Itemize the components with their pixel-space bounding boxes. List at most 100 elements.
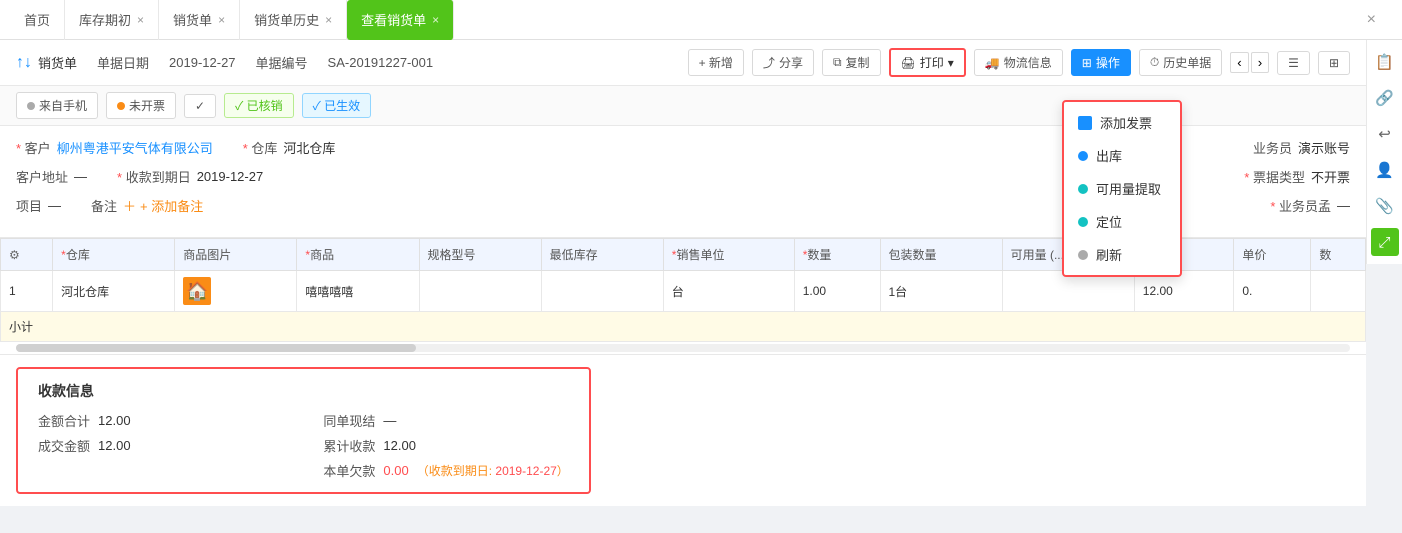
col-gear[interactable]: ⚙ bbox=[1, 239, 53, 271]
available-qty-icon bbox=[1078, 184, 1088, 194]
payment-info-title: 收款信息 bbox=[38, 381, 569, 401]
current-due-value: 0.00 bbox=[383, 463, 408, 478]
cumulative-payment-row: 累计收款 12.00 bbox=[323, 436, 568, 455]
sidebar-icon-attach[interactable]: 📎 bbox=[1371, 192, 1399, 220]
row-extra bbox=[1311, 271, 1366, 312]
history-button[interactable]: ⏱ 历史单据 bbox=[1139, 49, 1222, 76]
row-min-stock bbox=[541, 271, 663, 312]
row-price: 0. bbox=[1234, 271, 1311, 312]
window-close-button[interactable]: × bbox=[1351, 11, 1392, 29]
logistics-button[interactable]: 🚚 物流信息 bbox=[974, 49, 1063, 76]
grid-view-button[interactable]: ☰ bbox=[1277, 51, 1310, 75]
doc-header: ↑↓ 销货单 单据日期 2019-12-27 单据编号 SA-20191227-… bbox=[0, 40, 1366, 86]
address-label: 客户地址 bbox=[16, 167, 68, 186]
tab-home[interactable]: 首页 bbox=[10, 0, 65, 40]
confirm-icon: ✓ bbox=[195, 99, 205, 113]
warehouse-label: 仓库 bbox=[243, 138, 278, 157]
tab-sales-history[interactable]: 销货单历史 × bbox=[240, 0, 347, 40]
product-image: 🏠 bbox=[183, 277, 211, 305]
next-button[interactable]: › bbox=[1251, 52, 1269, 73]
col-pack-qty: 包装数量 bbox=[880, 239, 1002, 271]
address-value: — bbox=[74, 169, 87, 184]
doc-actions: + 新增 ⤴ 分享 ⧉ 复制 🖨 打印 ▾ 🚚 物流信息 bbox=[688, 48, 1350, 77]
employee-field: 业务员 演示账号 bbox=[1253, 138, 1350, 157]
row-pack-qty: 1台 bbox=[880, 271, 1002, 312]
add-invoice-item[interactable]: 添加发票 bbox=[1064, 106, 1180, 139]
logistics-icon: 🚚 bbox=[985, 56, 1000, 70]
warehouse-field: 仓库 河北仓库 bbox=[243, 138, 336, 157]
right-sidebar: 📋 🔗 ↩ 👤 📎 ⤢ bbox=[1366, 40, 1402, 264]
operate-dropdown: 添加发票 出库 可用量提取 定位 刷新 bbox=[1062, 100, 1182, 277]
history-icon: ⏱ bbox=[1150, 55, 1159, 70]
list-view-button[interactable]: ⊞ bbox=[1318, 51, 1350, 75]
row-product-img: 🏠 bbox=[175, 271, 297, 312]
tab-view-sales[interactable]: 查看销货单 × bbox=[347, 0, 454, 40]
doc-title-text: 销货单 bbox=[38, 53, 77, 72]
warehouse-out-item[interactable]: 出库 bbox=[1064, 139, 1180, 172]
sidebar-icon-user[interactable]: 👤 bbox=[1371, 156, 1399, 184]
cancelled-tag[interactable]: ✓ 已核销 bbox=[224, 93, 294, 118]
salesperson-value: — bbox=[1337, 198, 1350, 213]
salesperson-field: 业务员孟 — bbox=[1270, 196, 1350, 215]
col-more: 数 bbox=[1311, 239, 1366, 271]
locate-item[interactable]: 定位 bbox=[1064, 205, 1180, 238]
amount-total-label: 金额合计 bbox=[38, 411, 90, 430]
horizontal-scrollbar[interactable] bbox=[16, 344, 1350, 352]
print-button[interactable]: 🖨 打印 ▾ bbox=[889, 48, 966, 77]
sidebar-icon-expand[interactable]: ⤢ bbox=[1371, 228, 1399, 256]
sidebar-icon-return[interactable]: ↩ bbox=[1371, 120, 1399, 148]
operate-button[interactable]: ⊞ 操作 bbox=[1071, 49, 1131, 76]
current-due-label: 本单欠款 bbox=[323, 461, 375, 480]
note-label: 备注 bbox=[91, 196, 117, 215]
locate-icon bbox=[1078, 217, 1088, 227]
refresh-item[interactable]: 刷新 bbox=[1064, 238, 1180, 271]
same-order-settle-label: 同单现结 bbox=[323, 411, 375, 430]
available-qty-item[interactable]: 可用量提取 bbox=[1064, 172, 1180, 205]
copy-button[interactable]: ⧉ 复制 bbox=[822, 49, 881, 76]
col-product-img: 商品图片 bbox=[175, 239, 297, 271]
sidebar-icon-link[interactable]: 🔗 bbox=[1371, 84, 1399, 112]
print-icon: 🖨 bbox=[901, 56, 916, 70]
current-due-extra: （收款到期日: 2019-12-27） bbox=[417, 462, 569, 479]
doc-number-value: SA-20191227-001 bbox=[328, 55, 434, 70]
sidebar-icon-clipboard[interactable]: 📋 bbox=[1371, 48, 1399, 76]
employee-value: 演示账号 bbox=[1298, 138, 1350, 157]
share-button[interactable]: ⤴ 分享 bbox=[752, 49, 814, 76]
add-invoice-icon bbox=[1078, 116, 1092, 130]
prev-button[interactable]: ‹ bbox=[1230, 52, 1248, 73]
payment-date-value: 2019-12-27 bbox=[197, 169, 264, 184]
subtotal-row: 小计 bbox=[1, 312, 1366, 342]
close-sales-history[interactable]: × bbox=[325, 13, 332, 27]
refresh-icon bbox=[1078, 250, 1088, 260]
deal-amount-label: 成交金额 bbox=[38, 436, 90, 455]
ticket-type-value: 不开票 bbox=[1311, 167, 1350, 186]
scrollbar-thumb[interactable] bbox=[16, 344, 416, 352]
page-container: 首页 库存期初 × 销货单 × 销货单历史 × 查看销货单 × × ↑↓ 销货单 bbox=[0, 0, 1402, 533]
col-unit: *销售单位 bbox=[663, 239, 794, 271]
doc-meta: 单据日期 2019-12-27 单据编号 SA-20191227-001 bbox=[97, 53, 433, 72]
close-view-sales[interactable]: × bbox=[432, 13, 439, 27]
close-sales-order[interactable]: × bbox=[218, 13, 225, 27]
new-button[interactable]: + 新增 bbox=[688, 49, 744, 76]
customer-value[interactable]: 柳州粤港平安气体有限公司 bbox=[57, 138, 213, 157]
project-field: 项目 — bbox=[16, 196, 61, 215]
confirm-button[interactable]: ✓ bbox=[184, 94, 216, 118]
effective-tag[interactable]: ✓ 已生效 bbox=[302, 93, 372, 118]
payment-date-label: 收款到期日 bbox=[117, 167, 191, 186]
close-inventory-init[interactable]: × bbox=[137, 13, 144, 27]
from-phone-button[interactable]: 来自手机 bbox=[16, 92, 98, 119]
not-open-dot bbox=[117, 102, 125, 110]
operate-icon: ⊞ bbox=[1082, 56, 1092, 70]
amount-total-value: 12.00 bbox=[98, 413, 131, 428]
subtotal-label: 小计 bbox=[1, 312, 1366, 342]
col-product: *商品 bbox=[297, 239, 419, 271]
cumulative-payment-label: 累计收款 bbox=[323, 436, 375, 455]
tab-sales-order[interactable]: 销货单 × bbox=[159, 0, 240, 40]
warehouse-out-icon bbox=[1078, 151, 1088, 161]
warehouse-value[interactable]: 河北仓库 bbox=[283, 138, 335, 157]
add-note-button[interactable]: ＋ + 添加备注 bbox=[123, 196, 203, 215]
tab-inventory-init[interactable]: 库存期初 × bbox=[65, 0, 159, 40]
share-icon: ⤴ bbox=[763, 54, 775, 71]
not-open-button[interactable]: 未开票 bbox=[106, 92, 176, 119]
bottom-section: 收款信息 金额合计 12.00 同单现结 — 成交金额 12.00 bbox=[0, 354, 1366, 506]
